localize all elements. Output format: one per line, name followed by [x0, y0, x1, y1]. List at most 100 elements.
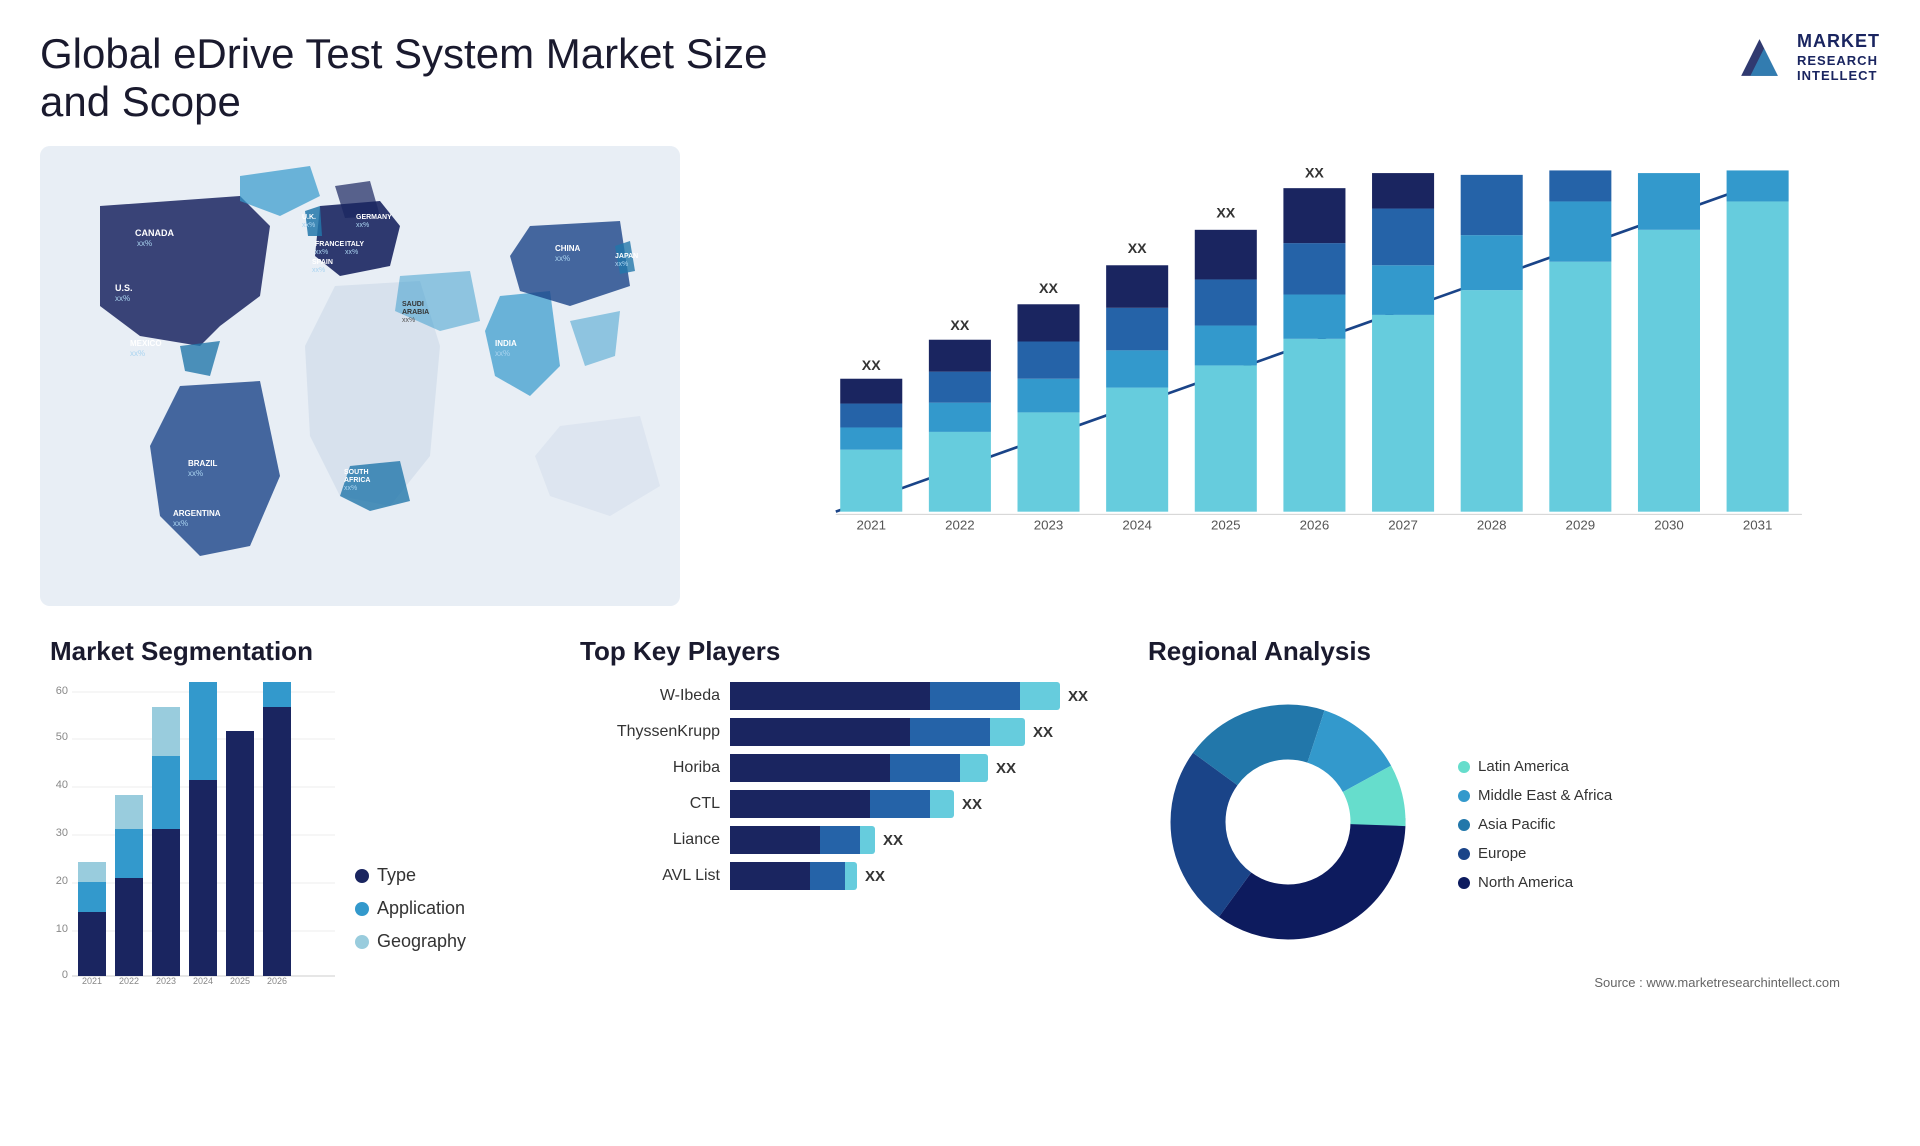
source-text: Source : www.marketresearchintellect.com — [1148, 975, 1860, 990]
players-title: Top Key Players — [580, 636, 1088, 667]
bar-2027: XX 2027 — [1372, 166, 1434, 532]
svg-text:SAUDI: SAUDI — [402, 301, 424, 308]
regional-title: Regional Analysis — [1148, 636, 1860, 667]
svg-text:2026: 2026 — [1300, 517, 1330, 532]
svg-text:2026: 2026 — [267, 976, 287, 986]
reg-legend-na: North America — [1458, 874, 1612, 891]
svg-text:xx%: xx% — [495, 349, 510, 358]
player-bar-horiba: XX — [730, 754, 1088, 782]
svg-text:SOUTH: SOUTH — [344, 469, 369, 476]
svg-text:xx%: xx% — [173, 519, 188, 528]
player-row-avllist: AVL List XX — [580, 862, 1088, 890]
svg-text:FRANCE: FRANCE — [315, 241, 344, 248]
bar-2022: XX 2022 — [929, 318, 991, 532]
legend-geography: Geography — [355, 931, 466, 952]
world-map: CANADA xx% U.S. xx% MEXICO xx% BRAZIL xx… — [40, 146, 680, 606]
player-row-liance: Liance XX — [580, 826, 1088, 854]
svg-text:50: 50 — [56, 731, 68, 743]
bar-2023: XX 2023 — [1018, 281, 1080, 533]
header: Global eDrive Test System Market Size an… — [40, 30, 1880, 126]
svg-text:xx%: xx% — [137, 239, 152, 248]
reg-legend-europe: Europe — [1458, 845, 1612, 862]
svg-text:ITALY: ITALY — [345, 241, 364, 248]
bar-2028: XX 2028 — [1461, 166, 1523, 532]
reg-dot-apac — [1458, 819, 1470, 831]
bottom-section: Market Segmentation 60 50 40 30 20 10 0 — [40, 636, 1880, 1056]
svg-text:XX: XX — [1128, 241, 1147, 257]
svg-text:xx%: xx% — [315, 249, 328, 256]
svg-text:xx%: xx% — [188, 469, 203, 478]
svg-text:2021: 2021 — [82, 976, 102, 986]
svg-text:xx%: xx% — [402, 317, 415, 324]
legend-type-dot — [355, 869, 369, 883]
bar-2025: XX 2025 — [1195, 205, 1257, 532]
segmentation-legend: Type Application Geography — [355, 865, 466, 982]
svg-text:2030: 2030 — [1654, 517, 1684, 532]
legend-application: Application — [355, 898, 466, 919]
svg-text:XX: XX — [1039, 281, 1058, 297]
svg-text:10: 10 — [56, 923, 68, 935]
player-row-thyssenkrupp: ThyssenKrupp XX — [580, 718, 1088, 746]
svg-text:AFRICA: AFRICA — [344, 477, 370, 484]
reg-legend-latin: Latin America — [1458, 758, 1612, 775]
svg-text:2028: 2028 — [1477, 517, 1507, 532]
logo: MARKET RESEARCH INTELLECT — [1732, 30, 1880, 85]
player-row-horiba: Horiba XX — [580, 754, 1088, 782]
svg-text:xx%: xx% — [615, 261, 628, 268]
bar-chart-svg: XX 2021 XX 2022 XX 2023 — [760, 166, 1860, 556]
svg-text:2021: 2021 — [856, 517, 886, 532]
svg-text:xx%: xx% — [345, 249, 358, 256]
seg-chart-svg: 60 50 40 30 20 10 0 — [50, 682, 340, 992]
svg-text:XX: XX — [1216, 205, 1235, 221]
svg-text:xx%: xx% — [344, 485, 357, 492]
svg-text:JAPAN: JAPAN — [615, 253, 638, 260]
svg-text:BRAZIL: BRAZIL — [188, 459, 217, 468]
donut-chart — [1148, 682, 1428, 967]
logo-icon — [1732, 30, 1787, 85]
donut-svg — [1148, 682, 1428, 962]
svg-text:U.S.: U.S. — [115, 283, 133, 293]
legend-application-dot — [355, 902, 369, 916]
player-row-wibeda: W-Ibeda XX — [580, 682, 1088, 710]
segmentation-section: Market Segmentation 60 50 40 30 20 10 0 — [40, 636, 540, 1056]
svg-text:20: 20 — [56, 875, 68, 887]
svg-text:ARABIA: ARABIA — [402, 309, 429, 316]
svg-text:2023: 2023 — [156, 976, 176, 986]
svg-text:xx%: xx% — [555, 254, 570, 263]
player-bar-avllist: XX — [730, 862, 1088, 890]
svg-text:2027: 2027 — [1388, 517, 1418, 532]
segmentation-content: 60 50 40 30 20 10 0 — [50, 682, 530, 982]
legend-geography-dot — [355, 935, 369, 949]
player-bar-liance: XX — [730, 826, 1088, 854]
svg-text:XX: XX — [1482, 166, 1501, 168]
players-section: Top Key Players W-Ibeda XX ThyssenKrupp — [570, 636, 1098, 1056]
svg-text:XX: XX — [950, 318, 969, 334]
svg-text:SPAIN: SPAIN — [312, 259, 333, 266]
svg-text:2029: 2029 — [1566, 517, 1596, 532]
regional-content: Latin America Middle East & Africa Asia … — [1148, 682, 1860, 967]
reg-dot-mea — [1458, 790, 1470, 802]
reg-legend-mea: Middle East & Africa — [1458, 787, 1612, 804]
svg-text:GERMANY: GERMANY — [356, 214, 392, 221]
map-svg: CANADA xx% U.S. xx% MEXICO xx% BRAZIL xx… — [40, 146, 680, 606]
bar-2024: XX 2024 — [1106, 241, 1168, 533]
segmentation-chart: 60 50 40 30 20 10 0 — [50, 682, 340, 982]
svg-text:MEXICO: MEXICO — [130, 339, 162, 348]
bar-chart: XX 2021 XX 2022 XX 2023 — [720, 146, 1880, 606]
svg-text:U.K.: U.K. — [302, 214, 316, 221]
svg-text:xx%: xx% — [115, 294, 130, 303]
bar-2021: XX 2021 — [840, 358, 902, 533]
reg-dot-na — [1458, 877, 1470, 889]
regional-section: Regional Analysis — [1128, 636, 1880, 1056]
page-title: Global eDrive Test System Market Size an… — [40, 30, 840, 126]
svg-text:2024: 2024 — [193, 976, 213, 986]
bar-2026: XX 2026 — [1283, 166, 1345, 532]
player-row-ctl: CTL XX — [580, 790, 1088, 818]
reg-dot-latin — [1458, 761, 1470, 773]
player-bar-ctl: XX — [730, 790, 1088, 818]
svg-text:ARGENTINA: ARGENTINA — [173, 509, 221, 518]
svg-text:2025: 2025 — [1211, 517, 1241, 532]
svg-text:2031: 2031 — [1743, 517, 1773, 532]
player-bar-thyssenkrupp: XX — [730, 718, 1088, 746]
player-bar-wibeda: XX — [730, 682, 1088, 710]
